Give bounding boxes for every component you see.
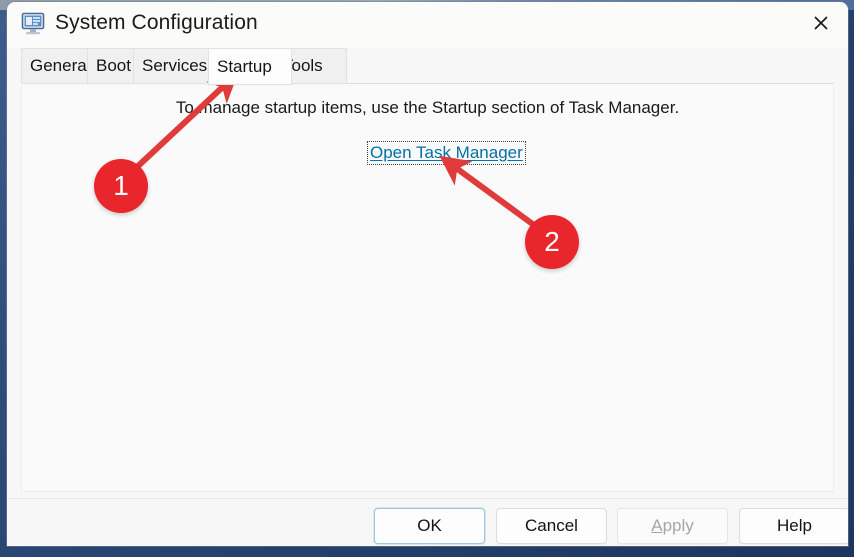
ok-button[interactable]: OK [374,508,485,544]
apply-label-rest: pply [662,516,694,535]
open-task-manager-link[interactable]: Open Task Manager [367,141,526,165]
apply-button: Apply [617,508,728,544]
dialog-button-bar: OK Cancel Apply Help [7,508,848,546]
close-glyph [814,16,828,30]
system-configuration-icon [21,12,47,36]
tab-startup[interactable]: Startup [208,48,292,85]
startup-tab-panel: To manage startup items, use the Startup… [21,86,834,492]
startup-description: To manage startup items, use the Startup… [175,98,680,117]
footer-divider [7,498,848,499]
close-icon[interactable] [794,2,848,44]
window-title: System Configuration [55,11,258,34]
tab-strip: General Boot Services Startup Tools [7,48,848,85]
title-bar: System Configuration [7,2,848,48]
system-configuration-window: System Configuration General Boot Servic… [7,2,848,546]
cancel-button[interactable]: Cancel [496,508,607,544]
apply-accesskey: A [651,516,663,535]
help-button[interactable]: Help [739,508,848,544]
